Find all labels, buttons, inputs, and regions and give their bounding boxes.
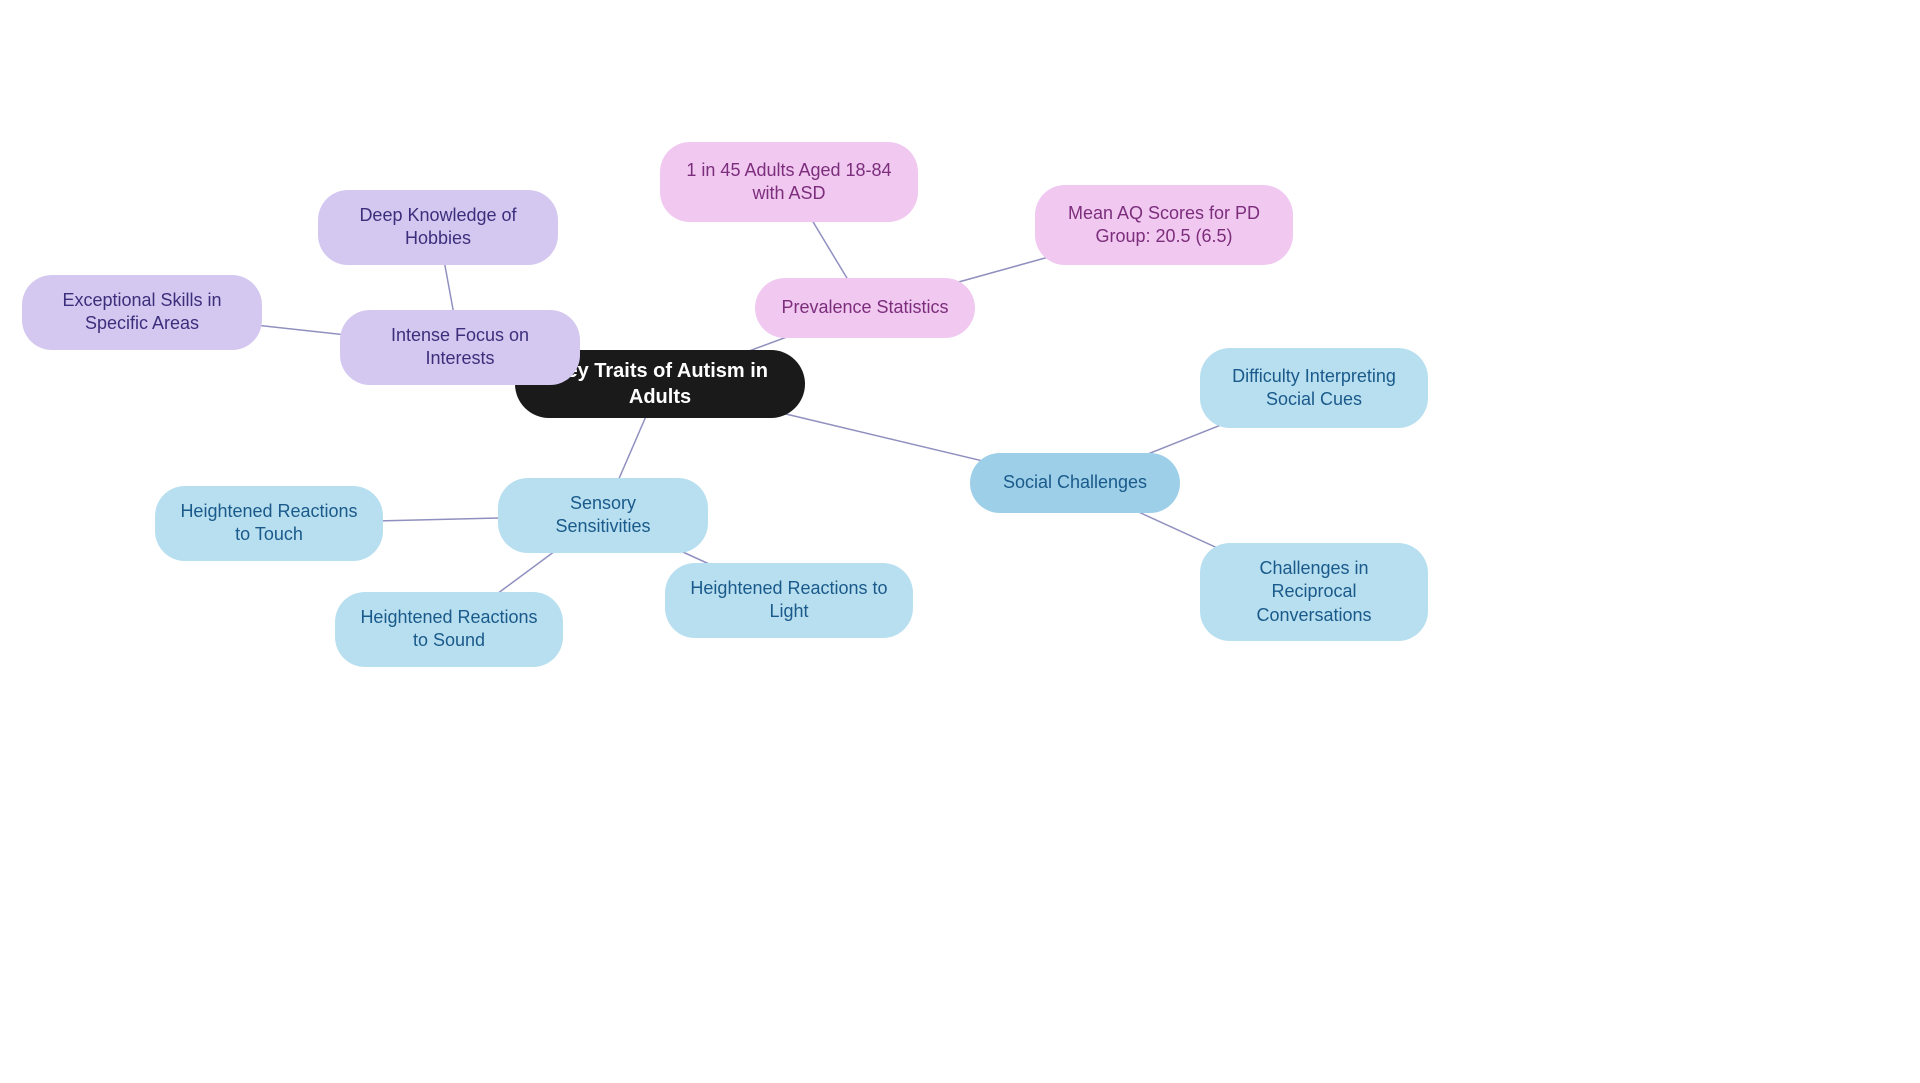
- heightened-sound-node: Heightened Reactions to Sound: [335, 592, 563, 667]
- prevalence-stats-node: Prevalence Statistics: [755, 278, 975, 338]
- heightened-light-node: Heightened Reactions to Light: [665, 563, 913, 638]
- reciprocal-conversations-node: Challenges in Reciprocal Conversations: [1200, 543, 1428, 641]
- deep-knowledge-node: Deep Knowledge of Hobbies: [318, 190, 558, 265]
- mean-aq-node: Mean AQ Scores for PD Group: 20.5 (6.5): [1035, 185, 1293, 265]
- social-challenges-node: Social Challenges: [970, 453, 1180, 513]
- heightened-touch-node: Heightened Reactions to Touch: [155, 486, 383, 561]
- one-in-45-node: 1 in 45 Adults Aged 18-84 with ASD: [660, 142, 918, 222]
- intense-focus-node: Intense Focus on Interests: [340, 310, 580, 385]
- difficulty-social-cues-node: Difficulty Interpreting Social Cues: [1200, 348, 1428, 428]
- exceptional-skills-node: Exceptional Skills in Specific Areas: [22, 275, 262, 350]
- sensory-sensitivities-node: Sensory Sensitivities: [498, 478, 708, 553]
